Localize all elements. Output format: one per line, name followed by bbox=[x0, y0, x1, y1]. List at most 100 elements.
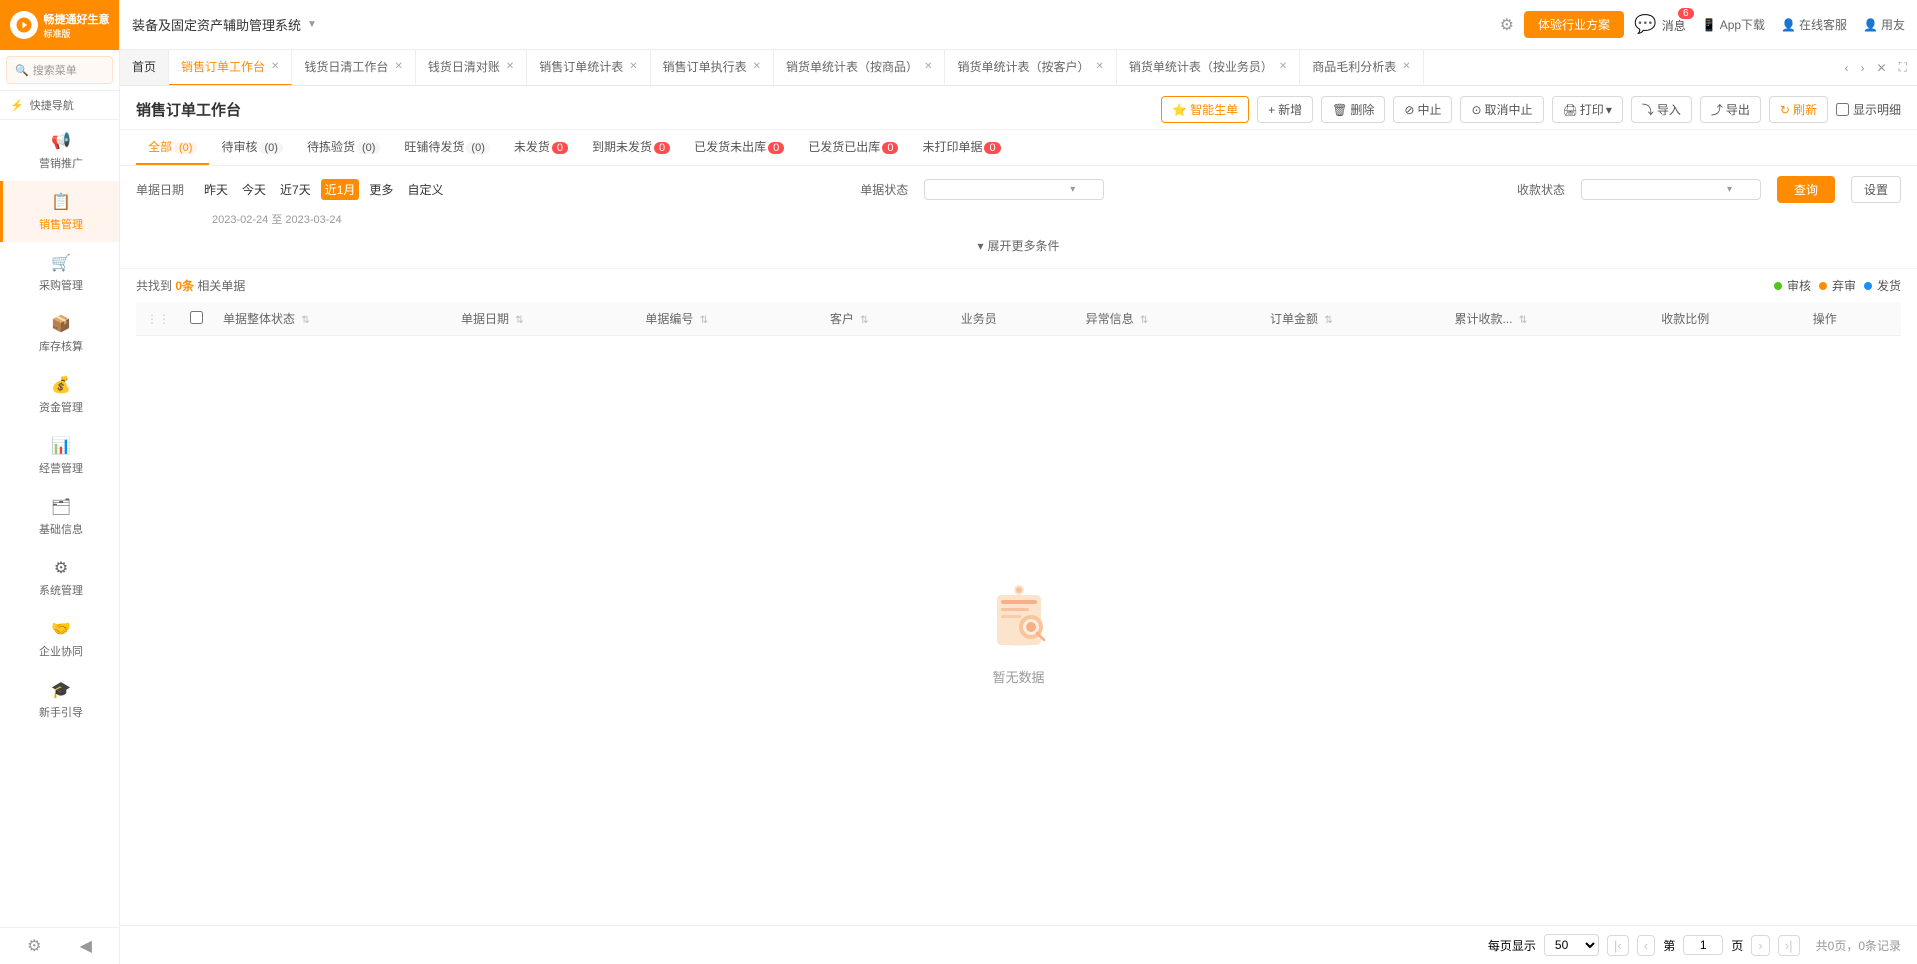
page-title: 销售订单工作台 bbox=[136, 99, 241, 120]
sub-tab-wangpu[interactable]: 旺铺待发货(0) bbox=[392, 130, 501, 165]
payment-select[interactable]: ▾ bbox=[1581, 179, 1761, 200]
tab-scroll-left-icon[interactable]: ‹ bbox=[1841, 59, 1853, 77]
stop-button[interactable]: ⊘ 中止 bbox=[1393, 96, 1452, 123]
user-menu-btn[interactable]: 👤 用友 bbox=[1863, 16, 1905, 33]
tab-close-all-icon[interactable]: ✕ bbox=[1873, 59, 1891, 77]
col-number: 单据编号 ⇅ bbox=[635, 302, 819, 336]
tab-close-sales-stat-staff[interactable]: ✕ bbox=[1279, 61, 1287, 72]
tab-cash-reconcile[interactable]: 钱货日清对账 ✕ bbox=[416, 50, 527, 86]
tab-home[interactable]: 首页 bbox=[120, 50, 169, 86]
quick-nav-item[interactable]: ⚡ 快捷导航 bbox=[0, 91, 119, 120]
date-opt-7days[interactable]: 近7天 bbox=[276, 179, 315, 200]
status-select[interactable]: ▾ bbox=[924, 179, 1104, 200]
reject-btn[interactable]: 弃审 bbox=[1819, 277, 1856, 294]
tab-cash-daily[interactable]: 钱货日清工作台 ✕ bbox=[292, 50, 415, 86]
sidebar-item-operations[interactable]: 📊 经营管理 bbox=[0, 425, 119, 486]
export-icon: ⤴ bbox=[1711, 101, 1723, 118]
select-all-checkbox[interactable] bbox=[190, 311, 203, 324]
sort-date-icon[interactable]: ⇅ bbox=[515, 315, 523, 326]
tabs-controls: ‹ › ✕ ⛶ bbox=[1835, 58, 1917, 77]
pagination-last-btn[interactable]: ›| bbox=[1778, 935, 1800, 956]
smart-create-button[interactable]: ⭐ 智能生单 bbox=[1161, 96, 1249, 123]
sidebar-item-finance[interactable]: 💰 资金管理 bbox=[0, 364, 119, 425]
date-opt-more[interactable]: 更多 bbox=[365, 179, 397, 200]
tab-close-sales-workbench[interactable]: ✕ bbox=[271, 61, 279, 72]
filter-settings-button[interactable]: 设置 bbox=[1851, 176, 1901, 203]
tab-sales-stat[interactable]: 销售订单统计表 ✕ bbox=[527, 50, 650, 86]
sort-status-icon[interactable]: ⇅ bbox=[301, 315, 309, 326]
refresh-button[interactable]: ↻ 刷新 bbox=[1769, 96, 1828, 123]
sort-customer-icon[interactable]: ⇅ bbox=[860, 315, 868, 326]
sub-tab-shipped-not-out[interactable]: 已发货未出库0 bbox=[682, 130, 796, 165]
sub-tab-shipped-out[interactable]: 已发货已出库0 bbox=[796, 130, 910, 165]
tab-margin-analysis[interactable]: 商品毛利分析表 ✕ bbox=[1300, 50, 1423, 86]
sub-tab-expired[interactable]: 到期未发货0 bbox=[580, 130, 682, 165]
col-abnormal: 异常信息 ⇅ bbox=[1076, 302, 1260, 336]
import-button[interactable]: ⤵ 导入 bbox=[1631, 96, 1692, 123]
date-opt-yesterday[interactable]: 昨天 bbox=[200, 179, 232, 200]
sidebar-item-base-info[interactable]: 🗂 基础信息 bbox=[0, 486, 119, 547]
sales-icon: 📋 bbox=[50, 191, 72, 213]
sidebar-item-enterprise[interactable]: 🤝 企业协同 bbox=[0, 608, 119, 669]
pagination-prev-btn[interactable]: ‹ bbox=[1637, 935, 1655, 956]
tab-close-sales-stat[interactable]: ✕ bbox=[629, 61, 637, 72]
topbar-gear-icon[interactable]: ⚙ bbox=[1500, 15, 1514, 35]
query-button[interactable]: 查询 bbox=[1777, 176, 1835, 203]
tab-sales-stat-staff[interactable]: 销货单统计表（按业务员） ✕ bbox=[1117, 50, 1300, 86]
delete-button[interactable]: 🗑 删除 bbox=[1321, 96, 1385, 123]
sub-tab-pending[interactable]: 待审核(0) bbox=[209, 130, 294, 165]
settings-gear-icon[interactable]: ⚙ bbox=[27, 936, 41, 956]
col-status: 单据整体状态 ⇅ bbox=[213, 302, 451, 336]
date-opt-custom[interactable]: 自定义 bbox=[403, 179, 447, 200]
tab-sales-workbench[interactable]: 销售订单工作台 ✕ bbox=[169, 50, 292, 86]
sidebar-item-inventory[interactable]: 📦 库存核算 bbox=[0, 303, 119, 364]
tab-close-sales-stat-product[interactable]: ✕ bbox=[924, 61, 932, 72]
per-page-select[interactable]: 20 50 100 bbox=[1544, 934, 1599, 956]
app-download-btn[interactable]: 📱 App下载 bbox=[1702, 16, 1765, 33]
sidebar-item-guide[interactable]: 🎓 新手引导 bbox=[0, 669, 119, 730]
sort-amount-icon[interactable]: ⇅ bbox=[1324, 315, 1332, 326]
sort-collected-icon[interactable]: ⇅ bbox=[1519, 315, 1527, 326]
search-menu-btn[interactable]: 🔍 搜索菜单 bbox=[6, 56, 113, 84]
tab-fullscreen-icon[interactable]: ⛶ bbox=[1895, 58, 1911, 77]
online-service-btn[interactable]: 👤 在线客服 bbox=[1781, 16, 1847, 33]
approve-btn[interactable]: 审核 bbox=[1774, 277, 1811, 294]
sidebar-item-sales[interactable]: 📋 销售管理 bbox=[0, 181, 119, 242]
date-opt-today[interactable]: 今天 bbox=[238, 179, 270, 200]
sort-abnormal-icon[interactable]: ⇅ bbox=[1140, 315, 1148, 326]
add-button[interactable]: + 新增 bbox=[1257, 96, 1313, 123]
tab-close-cash-daily[interactable]: ✕ bbox=[394, 61, 402, 72]
tab-close-cash-reconcile[interactable]: ✕ bbox=[506, 61, 514, 72]
sub-tab-not-shipped[interactable]: 未发货0 bbox=[502, 130, 580, 165]
tab-scroll-right-icon[interactable]: › bbox=[1857, 59, 1869, 77]
cancel-stop-button[interactable]: ⊙ 取消中止 bbox=[1460, 96, 1543, 123]
export-button[interactable]: ⤴ 导出 bbox=[1700, 96, 1761, 123]
date-opt-1month[interactable]: 近1月 bbox=[321, 179, 360, 200]
tab-sales-stat-customer[interactable]: 销货单统计表（按客户） ✕ bbox=[945, 50, 1116, 86]
pagination-first-btn[interactable]: |‹ bbox=[1607, 935, 1629, 956]
tab-sales-exec[interactable]: 销售订单执行表 ✕ bbox=[651, 50, 774, 86]
tab-close-sales-exec[interactable]: ✕ bbox=[753, 61, 761, 72]
sub-tab-pending-inspect[interactable]: 待拣验货(0) bbox=[295, 130, 392, 165]
drag-handle-icon: ⋮⋮ bbox=[146, 312, 170, 326]
tab-close-sales-stat-customer[interactable]: ✕ bbox=[1095, 61, 1103, 72]
pagination-next-btn[interactable]: › bbox=[1751, 935, 1769, 956]
sidebar-item-purchase[interactable]: 🛒 采购管理 bbox=[0, 242, 119, 303]
tab-close-margin-analysis[interactable]: ✕ bbox=[1402, 61, 1410, 72]
tab-sales-stat-product[interactable]: 销货单统计表（按商品） ✕ bbox=[774, 50, 945, 86]
solution-button[interactable]: 体验行业方案 bbox=[1524, 11, 1624, 38]
sidebar-item-marketing[interactable]: 📢 营销推广 bbox=[0, 120, 119, 181]
sidebar-item-system[interactable]: ⚙ 系统管理 bbox=[0, 547, 119, 608]
detail-checkbox-label[interactable]: 显示明细 bbox=[1836, 101, 1901, 118]
collapse-icon[interactable]: ◀ bbox=[80, 936, 92, 956]
payment-select-arrow-icon: ▾ bbox=[1727, 184, 1732, 195]
sub-tab-not-printed[interactable]: 未打印单据0 bbox=[910, 130, 1012, 165]
message-btn[interactable]: 💬 6 消息 bbox=[1634, 14, 1686, 35]
sort-number-icon[interactable]: ⇅ bbox=[700, 315, 708, 326]
sub-tab-all[interactable]: 全部(0) bbox=[136, 130, 209, 165]
page-number-input[interactable] bbox=[1683, 935, 1723, 955]
detail-checkbox[interactable] bbox=[1836, 103, 1849, 116]
ship-btn[interactable]: 发货 bbox=[1864, 277, 1901, 294]
print-button[interactable]: 🖨 打印 ▾ bbox=[1552, 96, 1623, 123]
expand-conditions-btn[interactable]: ▾ 展开更多条件 bbox=[973, 233, 1063, 258]
